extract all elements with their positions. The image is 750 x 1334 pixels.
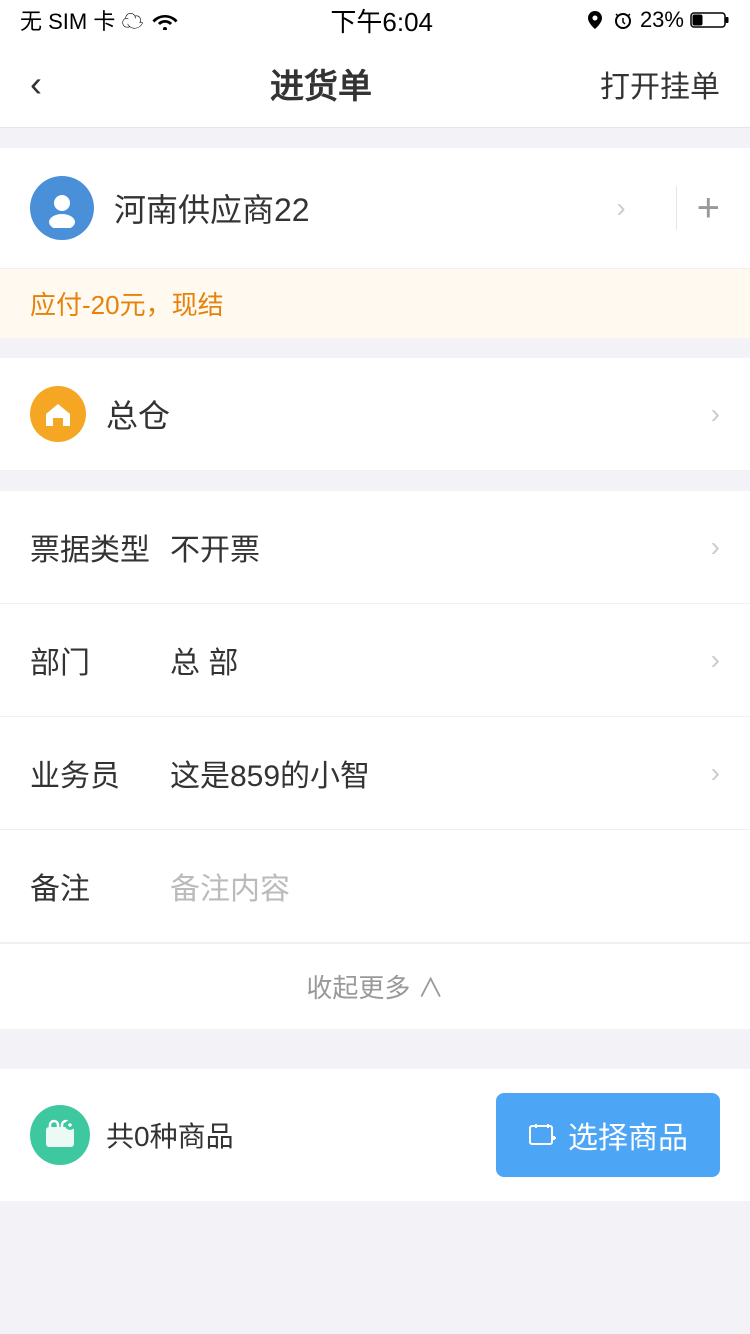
supplier-row[interactable]: 河南供应商22 › + <box>0 148 750 269</box>
section-gap-3 <box>0 471 750 491</box>
add-supplier-button[interactable]: + <box>697 186 720 231</box>
open-pending-button[interactable]: 打开挂单 <box>600 62 720 106</box>
product-count: 共0种商品 <box>106 1115 496 1155</box>
remark-label: 备注 <box>30 864 150 908</box>
remark-row[interactable]: 备注 备注内容 <box>0 830 750 943</box>
supplier-chevron-icon: › <box>616 192 625 224</box>
battery-icon <box>690 10 730 30</box>
warehouse-section: 总仓 › <box>0 358 750 471</box>
supplier-avatar <box>30 176 94 240</box>
supplier-name: 河南供应商22 <box>114 185 616 231</box>
salesperson-label: 业务员 <box>30 751 150 795</box>
collapse-toggle[interactable]: 收起更多 ∧ <box>0 943 750 1029</box>
invoice-type-value: 不开票 <box>170 525 711 569</box>
warehouse-name: 总仓 <box>106 391 711 437</box>
section-gap-1 <box>0 128 750 148</box>
department-chevron-icon: › <box>711 644 720 676</box>
person-icon <box>42 188 82 228</box>
select-product-label: 选择商品 <box>568 1113 688 1157</box>
status-right: 23% <box>584 7 730 33</box>
department-row[interactable]: 部门 总 部 › <box>0 604 750 717</box>
department-label: 部门 <box>30 638 150 682</box>
status-bar: 无 SIM 卡 ☁ 下午6:04 23% <box>0 0 750 40</box>
invoice-type-row[interactable]: 票据类型 不开票 › <box>0 491 750 604</box>
notice-banner: 应付-20元，现结 <box>0 269 750 338</box>
battery-label: 23% <box>640 7 684 33</box>
location-icon <box>584 9 606 31</box>
supplier-section: 河南供应商22 › + 应付-20元，现结 <box>0 148 750 338</box>
select-product-icon <box>528 1120 558 1150</box>
warehouse-row[interactable]: 总仓 › <box>0 358 750 471</box>
section-gap-2 <box>0 338 750 358</box>
alarm-icon <box>612 9 634 31</box>
house-icon <box>42 398 74 430</box>
wifi-icon <box>151 10 179 30</box>
cart-icon <box>42 1117 78 1153</box>
status-time: 下午6:04 <box>330 2 433 39</box>
main-content: 河南供应商22 › + 应付-20元，现结 总仓 › 票据类型 不开 <box>0 128 750 1334</box>
sim-label: 无 SIM 卡 ☁ <box>20 4 143 36</box>
nav-bar: ‹ 进货单 打开挂单 <box>0 40 750 128</box>
salesperson-value: 这是859的小智 <box>170 751 711 795</box>
collapse-text: 收起更多 ∧ <box>306 968 443 1005</box>
back-button[interactable]: ‹ <box>30 63 42 105</box>
salesperson-row[interactable]: 业务员 这是859的小智 › <box>0 717 750 830</box>
select-product-button[interactable]: 选择商品 <box>496 1093 720 1177</box>
product-icon <box>30 1105 90 1165</box>
remark-input[interactable]: 备注内容 <box>170 864 720 908</box>
warehouse-chevron-icon: › <box>711 398 720 430</box>
page-title: 进货单 <box>270 59 372 108</box>
invoice-type-label: 票据类型 <box>30 525 150 569</box>
invoice-type-chevron-icon: › <box>711 531 720 563</box>
supplier-divider <box>676 186 677 230</box>
salesperson-chevron-icon: › <box>711 757 720 789</box>
bottom-bar: 共0种商品 选择商品 <box>0 1069 750 1201</box>
department-value: 总 部 <box>170 638 711 682</box>
status-left: 无 SIM 卡 ☁ <box>20 4 179 36</box>
warehouse-icon <box>30 386 86 442</box>
form-section: 票据类型 不开票 › 部门 总 部 › 业务员 这是859的小智 › 备注 备注… <box>0 491 750 1029</box>
section-gap-4 <box>0 1029 750 1049</box>
